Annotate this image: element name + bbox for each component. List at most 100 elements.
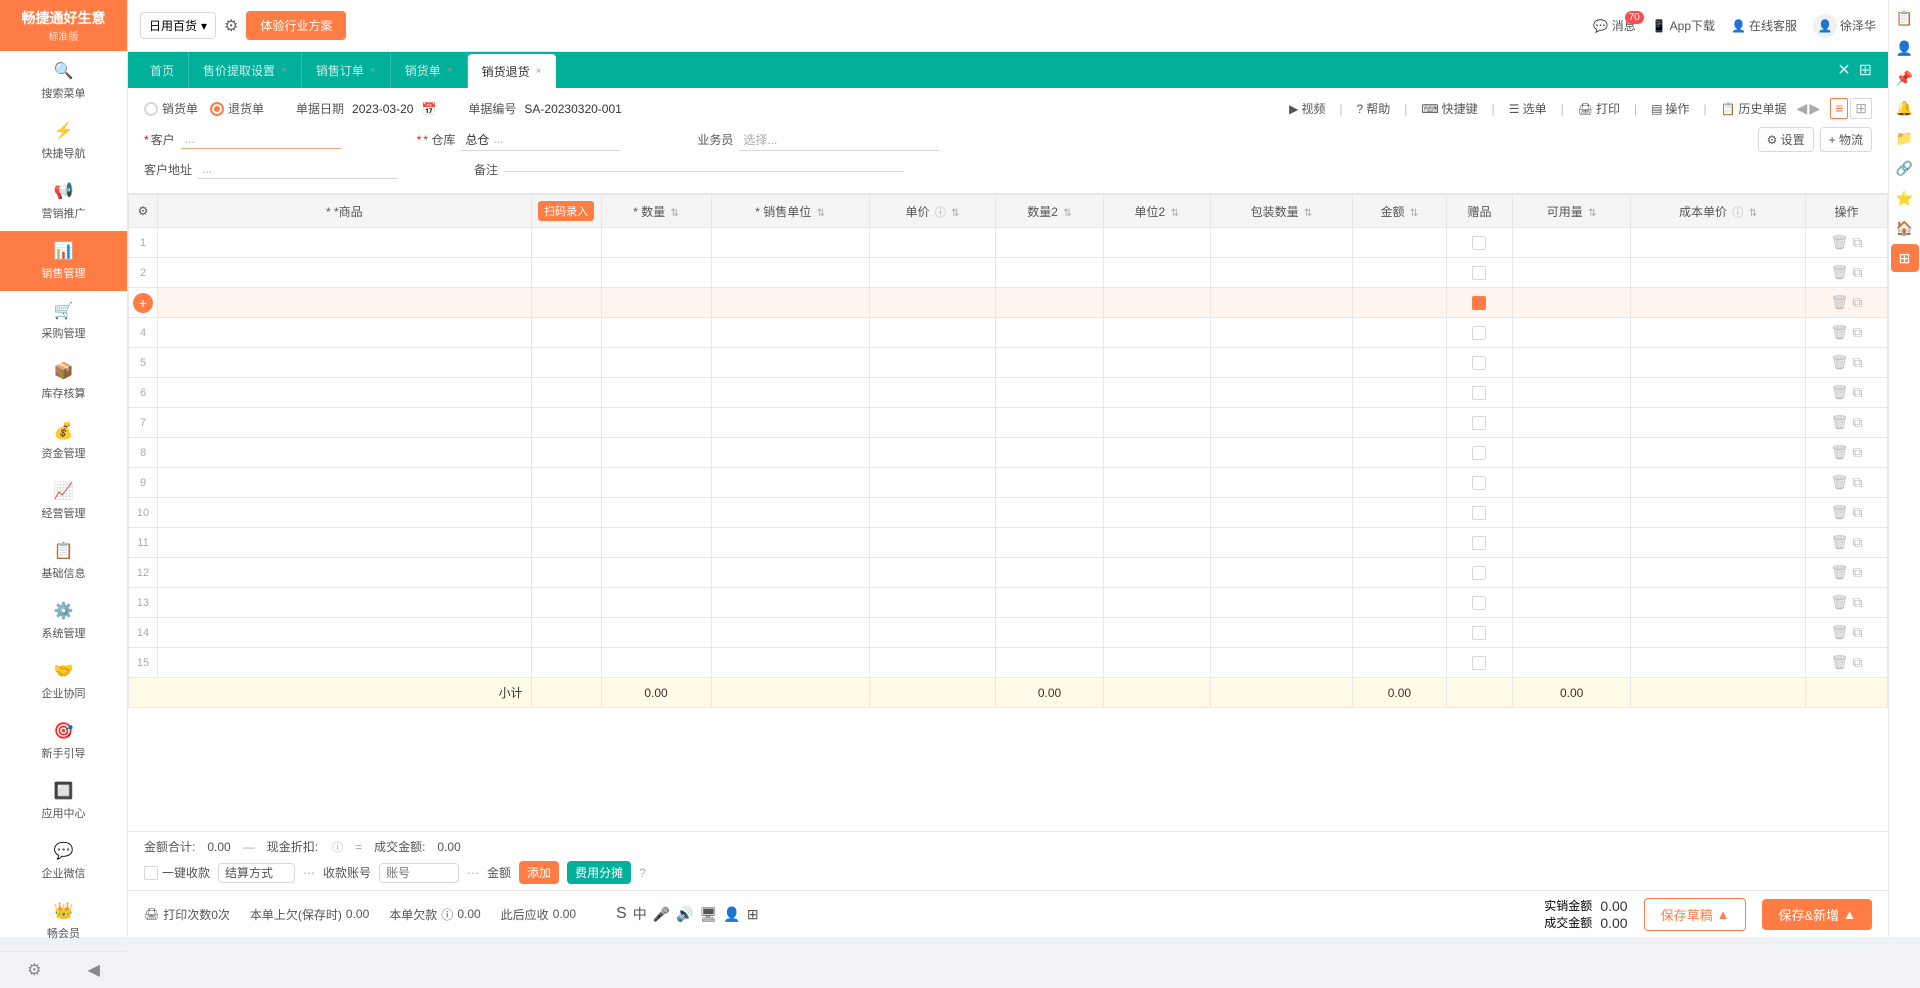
delete-row-icon[interactable]: 🗑 <box>1831 264 1849 281</box>
gift-cell[interactable] <box>1446 558 1512 588</box>
sidebar-item-purchase[interactable]: 🛒 采购管理 <box>0 291 127 351</box>
tab-sales-return[interactable]: 销货退货 × <box>468 54 557 88</box>
calc-method-dots[interactable]: ⋯ <box>303 866 315 880</box>
calc-method-select[interactable]: 结算方式 <box>218 863 295 883</box>
qty-cell[interactable] <box>601 648 711 678</box>
one-click-collect-label[interactable]: 一键收款 <box>144 864 210 881</box>
gift-checkbox[interactable] <box>1472 566 1486 580</box>
sidebar-item-system[interactable]: ⚙️ 系统管理 <box>0 591 127 651</box>
unit-cell[interactable] <box>711 528 869 558</box>
tab-close-sales-return[interactable]: × <box>536 66 542 77</box>
pkg-cell[interactable] <box>1210 648 1352 678</box>
copy-row-icon[interactable]: ⧉ <box>1852 384 1862 401</box>
maximize-icon[interactable]: ⊞ <box>1859 60 1872 80</box>
product-cell[interactable] <box>158 498 532 528</box>
settings-bottom-icon[interactable]: ⚙ <box>27 960 41 980</box>
account-dots[interactable]: ⋯ <box>467 866 479 880</box>
cost-price-cell[interactable] <box>1631 408 1806 438</box>
gift-checkbox[interactable] <box>1472 476 1486 490</box>
copy-row-icon[interactable]: ⧉ <box>1852 294 1862 311</box>
amount-cell[interactable] <box>1352 618 1446 648</box>
delete-row-icon[interactable]: 🗑 <box>1831 444 1849 461</box>
amount-cell[interactable] <box>1352 378 1446 408</box>
unit2-cell[interactable] <box>1103 648 1210 678</box>
unit-cell[interactable] <box>711 288 869 318</box>
available-cell[interactable] <box>1513 408 1631 438</box>
unit2-cell[interactable] <box>1103 468 1210 498</box>
available-cell[interactable] <box>1513 468 1631 498</box>
qty-cell[interactable] <box>601 378 711 408</box>
delete-row-icon[interactable]: 🗑 <box>1831 384 1849 401</box>
cost-price-cell[interactable] <box>1631 498 1806 528</box>
rp-btn-1[interactable]: 📋 <box>1891 4 1919 32</box>
delete-row-icon[interactable]: 🗑 <box>1831 414 1849 431</box>
cost-sort-icon[interactable]: ⇅ <box>1749 208 1757 219</box>
rp-btn-5[interactable]: 📁 <box>1891 124 1919 152</box>
product-cell[interactable] <box>158 318 532 348</box>
copy-row-icon[interactable]: ⧉ <box>1852 264 1862 281</box>
next-doc-btn[interactable]: ▶ <box>1809 100 1820 117</box>
cost-price-cell[interactable] <box>1631 348 1806 378</box>
unit-cell[interactable] <box>711 228 869 258</box>
gift-checkbox[interactable] <box>1472 506 1486 520</box>
sidebar-item-guide[interactable]: 🎯 新手引导 <box>0 711 127 771</box>
gift-cell[interactable] <box>1446 438 1512 468</box>
delete-row-icon[interactable]: 🗑 <box>1831 234 1849 251</box>
unit2-cell[interactable] <box>1103 258 1210 288</box>
pkg-cell[interactable] <box>1210 318 1352 348</box>
qty2-cell[interactable] <box>996 648 1103 678</box>
pkg-cell[interactable] <box>1210 498 1352 528</box>
copy-row-icon[interactable]: ⧉ <box>1852 444 1862 461</box>
available-cell[interactable] <box>1513 618 1631 648</box>
calendar-icon[interactable]: 📅 <box>421 102 436 116</box>
product-cell[interactable] <box>158 558 532 588</box>
gift-checkbox[interactable] <box>1472 326 1486 340</box>
radio-return-slip[interactable]: 退货单 <box>210 100 264 117</box>
qty-cell[interactable] <box>601 288 711 318</box>
pkg-cell[interactable] <box>1210 258 1352 288</box>
gift-checkbox[interactable] <box>1472 536 1486 550</box>
unit2-cell[interactable] <box>1103 528 1210 558</box>
doc-no-value[interactable]: SA-20230320-001 <box>524 102 621 116</box>
qty2-cell[interactable] <box>996 228 1103 258</box>
delete-row-icon[interactable]: 🗑 <box>1831 654 1849 671</box>
cost-price-cell[interactable] <box>1631 438 1806 468</box>
available-cell[interactable] <box>1513 348 1631 378</box>
price-cell[interactable] <box>869 648 996 678</box>
pkg-cell[interactable] <box>1210 348 1352 378</box>
address-input[interactable]: ... <box>198 160 398 179</box>
cost-price-cell[interactable] <box>1631 558 1806 588</box>
price-cell[interactable] <box>869 618 996 648</box>
customer-input[interactable]: ... <box>181 130 341 149</box>
delete-row-icon[interactable]: 🗑 <box>1831 294 1849 311</box>
qty-cell[interactable] <box>601 588 711 618</box>
qty-cell[interactable] <box>601 618 711 648</box>
gift-checkbox[interactable] <box>1472 446 1486 460</box>
close-window-icon[interactable]: ✕ <box>1837 60 1850 80</box>
unit-cell[interactable] <box>711 408 869 438</box>
product-cell[interactable] <box>158 408 532 438</box>
tab-home[interactable]: 首页 <box>136 52 189 88</box>
unit-cell[interactable] <box>711 498 869 528</box>
account-input[interactable] <box>379 863 459 883</box>
cost-price-cell[interactable] <box>1631 648 1806 678</box>
qty-cell[interactable] <box>601 228 711 258</box>
unit2-cell[interactable] <box>1103 498 1210 528</box>
available-cell[interactable] <box>1513 288 1631 318</box>
tab-sales-order[interactable]: 销售订单 × <box>302 52 391 88</box>
cost-price-cell[interactable] <box>1631 618 1806 648</box>
available-cell[interactable] <box>1513 258 1631 288</box>
tab-sales-slip[interactable]: 销货单 × <box>391 52 468 88</box>
qty2-cell[interactable] <box>996 618 1103 648</box>
amount-cell[interactable] <box>1352 288 1446 318</box>
amount-cell[interactable] <box>1352 498 1446 528</box>
gift-cell[interactable] <box>1446 228 1512 258</box>
product-cell[interactable] <box>158 258 532 288</box>
gift-cell[interactable] <box>1446 468 1512 498</box>
cost-price-cell[interactable] <box>1631 288 1806 318</box>
print-btn[interactable]: 🖨 打印 <box>1578 100 1620 117</box>
expense-help-icon[interactable]: ? <box>639 866 646 880</box>
pkg-cell[interactable] <box>1210 408 1352 438</box>
price-sort-icon[interactable]: ⇅ <box>951 208 959 219</box>
qty-sort-icon[interactable]: ⇅ <box>671 208 679 219</box>
